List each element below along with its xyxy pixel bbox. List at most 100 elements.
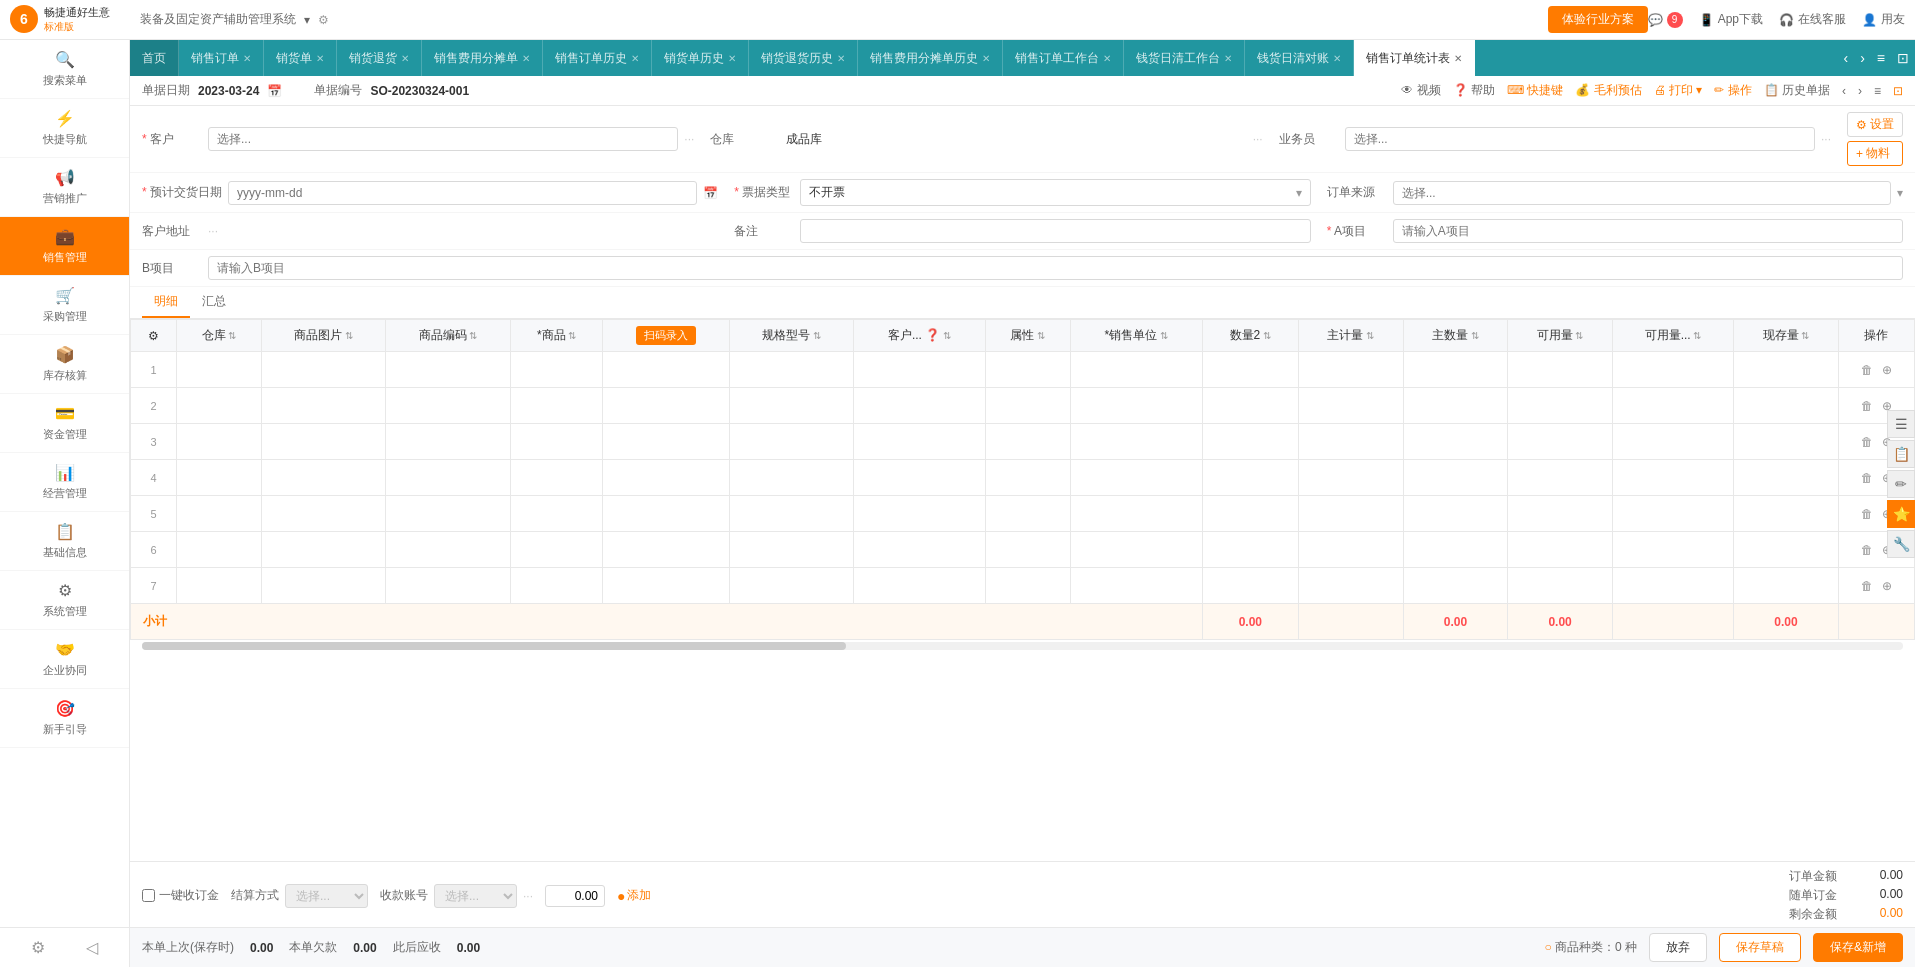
tab-sales-expense[interactable]: 销售费用分摊单 ✕ bbox=[422, 40, 543, 76]
th-settings[interactable]: ⚙ bbox=[131, 320, 177, 352]
tab-delivery-history[interactable]: 销货单历史 ✕ bbox=[652, 40, 749, 76]
horizontal-scrollbar[interactable] bbox=[142, 642, 1903, 650]
tab-close-sales-workbench[interactable]: ✕ bbox=[1103, 53, 1111, 64]
row-delete-icon[interactable]: 🗑 bbox=[1861, 435, 1873, 449]
grid-view-icon[interactable]: ⊡ bbox=[1893, 84, 1903, 98]
payment-amount-input[interactable] bbox=[545, 885, 605, 907]
table-cell[interactable] bbox=[1612, 496, 1733, 532]
tab-sales-order[interactable]: 销售订单 ✕ bbox=[179, 40, 264, 76]
payment-method-select[interactable]: 选择... bbox=[285, 884, 368, 908]
table-cell[interactable] bbox=[386, 352, 510, 388]
table-cell[interactable] bbox=[1298, 388, 1403, 424]
table-cell[interactable] bbox=[386, 568, 510, 604]
table-cell[interactable] bbox=[854, 352, 986, 388]
table-cell[interactable] bbox=[386, 496, 510, 532]
rfloat-btn-3[interactable]: ✏ bbox=[1887, 470, 1915, 498]
sidebar-item-search[interactable]: 🔍 搜索菜单 bbox=[0, 40, 129, 99]
table-cell[interactable] bbox=[1734, 532, 1839, 568]
rfloat-btn-1[interactable]: ☰ bbox=[1887, 410, 1915, 438]
tab-close-return-history[interactable]: ✕ bbox=[837, 53, 845, 64]
tab-close-sales-return[interactable]: ✕ bbox=[401, 53, 409, 64]
online-service[interactable]: 🎧 在线客服 bbox=[1779, 11, 1846, 28]
table-cell[interactable] bbox=[510, 568, 603, 604]
table-cell[interactable] bbox=[1508, 496, 1613, 532]
rfloat-btn-5[interactable]: 🔧 bbox=[1887, 530, 1915, 558]
table-cell[interactable] bbox=[1508, 352, 1613, 388]
table-cell[interactable] bbox=[1202, 568, 1298, 604]
tab-daily-clear[interactable]: 钱货日清工作台 ✕ bbox=[1124, 40, 1245, 76]
row-delete-icon[interactable]: 🗑 bbox=[1861, 399, 1873, 413]
th-main-qty[interactable]: 主数量 bbox=[1403, 320, 1508, 352]
table-cell[interactable] bbox=[176, 460, 261, 496]
table-cell[interactable] bbox=[1298, 460, 1403, 496]
table-cell[interactable] bbox=[510, 496, 603, 532]
history-action[interactable]: 📋 历史单据 bbox=[1764, 82, 1830, 99]
table-cell[interactable] bbox=[1508, 568, 1613, 604]
th-spec[interactable]: 规格型号 bbox=[729, 320, 853, 352]
tab-sales-workbench[interactable]: 销售订单工作台 ✕ bbox=[1003, 40, 1124, 76]
tab-close-daily-clear[interactable]: ✕ bbox=[1224, 53, 1232, 64]
table-cell[interactable] bbox=[1403, 496, 1508, 532]
print-action[interactable]: 🖨 打印 ▾ bbox=[1654, 82, 1703, 99]
table-cell[interactable] bbox=[729, 352, 853, 388]
table-cell[interactable] bbox=[729, 496, 853, 532]
table-cell[interactable] bbox=[1403, 388, 1508, 424]
row-delete-icon[interactable]: 🗑 bbox=[1861, 579, 1873, 593]
table-cell[interactable] bbox=[176, 424, 261, 460]
table-cell[interactable] bbox=[1070, 496, 1202, 532]
table-cell[interactable] bbox=[985, 568, 1070, 604]
table-cell[interactable] bbox=[1612, 568, 1733, 604]
row-delete-icon[interactable]: 🗑 bbox=[1861, 507, 1873, 521]
tab-close-sales-delivery[interactable]: ✕ bbox=[316, 53, 324, 64]
a-project-input[interactable] bbox=[1393, 219, 1903, 243]
save-draft-button[interactable]: 保存草稿 bbox=[1719, 933, 1801, 962]
table-cell[interactable] bbox=[1070, 388, 1202, 424]
message-icon[interactable]: 💬 9 bbox=[1648, 12, 1683, 28]
table-cell[interactable] bbox=[1403, 424, 1508, 460]
table-cell[interactable] bbox=[985, 496, 1070, 532]
table-cell[interactable] bbox=[261, 460, 385, 496]
table-cell[interactable] bbox=[261, 532, 385, 568]
table-cell[interactable] bbox=[1734, 424, 1839, 460]
scrollbar-thumb[interactable] bbox=[142, 642, 846, 650]
table-cell[interactable] bbox=[603, 568, 729, 604]
th-warehouse[interactable]: 仓库 bbox=[176, 320, 261, 352]
table-cell[interactable] bbox=[985, 460, 1070, 496]
table-cell[interactable] bbox=[261, 388, 385, 424]
table-cell[interactable] bbox=[729, 532, 853, 568]
table-cell[interactable] bbox=[1403, 352, 1508, 388]
table-cell[interactable] bbox=[603, 496, 729, 532]
table-cell[interactable] bbox=[603, 424, 729, 460]
salesperson-input[interactable] bbox=[1345, 127, 1815, 151]
table-cell[interactable] bbox=[176, 568, 261, 604]
table-cell[interactable] bbox=[1070, 424, 1202, 460]
sidebar-collapse-icon[interactable]: ◁ bbox=[86, 938, 98, 957]
setting-button[interactable]: ⚙ 设置 bbox=[1847, 112, 1903, 137]
table-cell[interactable] bbox=[1612, 352, 1733, 388]
table-cell[interactable] bbox=[1734, 388, 1839, 424]
table-cell[interactable] bbox=[261, 352, 385, 388]
quick-deposit-input[interactable] bbox=[142, 889, 155, 902]
add-item-button[interactable]: + 物料 bbox=[1847, 141, 1903, 166]
tab-sales-return[interactable]: 销货退货 ✕ bbox=[337, 40, 422, 76]
discard-button[interactable]: 放弃 bbox=[1649, 933, 1707, 962]
table-cell[interactable] bbox=[510, 352, 603, 388]
quick-deposit-checkbox[interactable]: 一键收订金 bbox=[142, 887, 219, 904]
row-delete-icon[interactable]: 🗑 bbox=[1861, 363, 1873, 377]
calendar-icon[interactable]: 📅 bbox=[267, 84, 282, 98]
table-cell[interactable] bbox=[1298, 352, 1403, 388]
dropdown-arrow[interactable]: ▾ bbox=[304, 13, 310, 27]
tab-menu-btn[interactable]: ≡ bbox=[1871, 50, 1891, 66]
save-new-button[interactable]: 保存&新增 bbox=[1813, 933, 1903, 962]
solution-button[interactable]: 体验行业方案 bbox=[1548, 6, 1648, 33]
table-cell[interactable] bbox=[1734, 352, 1839, 388]
table-cell[interactable] bbox=[1612, 532, 1733, 568]
table-cell[interactable] bbox=[261, 424, 385, 460]
order-source-input[interactable] bbox=[1393, 181, 1891, 205]
tab-close-expense-history[interactable]: ✕ bbox=[982, 53, 990, 64]
table-cell[interactable] bbox=[1202, 424, 1298, 460]
user-avatar[interactable]: 👤 用友 bbox=[1862, 11, 1905, 28]
th-sales-unit[interactable]: *销售单位 bbox=[1070, 320, 1202, 352]
th-customer-code[interactable]: 客户... ❓ bbox=[854, 320, 986, 352]
app-download[interactable]: 📱 App下载 bbox=[1699, 11, 1763, 28]
